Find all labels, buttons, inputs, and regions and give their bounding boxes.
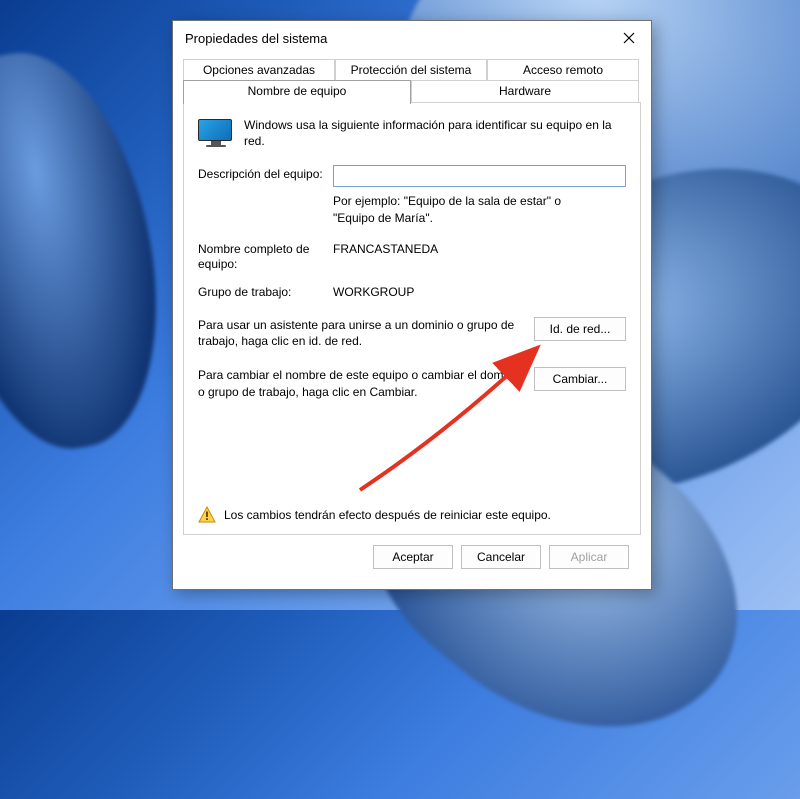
- dialog-title: Propiedades del sistema: [185, 31, 327, 46]
- workgroup-label: Grupo de trabajo:: [198, 283, 333, 299]
- change-description: Para cambiar el nombre de este equipo o …: [198, 367, 524, 399]
- tab-computer-name[interactable]: Nombre de equipo: [183, 80, 411, 104]
- fullname-label: Nombre completo de equipo:: [198, 240, 333, 273]
- network-id-description: Para usar un asistente para unirse a un …: [198, 317, 524, 349]
- ok-button[interactable]: Aceptar: [373, 545, 453, 569]
- warning-icon: [198, 506, 216, 524]
- tab-panel-computer-name: Windows usa la siguiente información par…: [183, 102, 641, 535]
- workgroup-value: WORKGROUP: [333, 283, 626, 299]
- titlebar[interactable]: Propiedades del sistema: [173, 21, 651, 55]
- monitor-icon: [198, 119, 234, 149]
- close-icon[interactable]: [615, 26, 643, 50]
- description-label: Descripción del equipo:: [198, 165, 333, 181]
- fullname-value: FRANCASTANEDA: [333, 240, 626, 256]
- tabstrip: Opciones avanzadas Protección del sistem…: [183, 59, 641, 103]
- change-button[interactable]: Cambiar...: [534, 367, 626, 391]
- restart-notice: Los cambios tendrán efecto después de re…: [224, 508, 551, 522]
- intro-text: Windows usa la siguiente información par…: [244, 117, 626, 149]
- cancel-button[interactable]: Cancelar: [461, 545, 541, 569]
- dialog-buttons: Aceptar Cancelar Aplicar: [183, 535, 641, 579]
- tab-system-protection[interactable]: Protección del sistema: [335, 59, 487, 81]
- tab-hardware[interactable]: Hardware: [411, 80, 639, 102]
- network-id-button[interactable]: Id. de red...: [534, 317, 626, 341]
- apply-button[interactable]: Aplicar: [549, 545, 629, 569]
- description-input[interactable]: [333, 165, 626, 187]
- description-example: Por ejemplo: "Equipo de la sala de estar…: [333, 193, 626, 225]
- tab-remote-access[interactable]: Acceso remoto: [487, 59, 639, 81]
- tab-advanced-options[interactable]: Opciones avanzadas: [183, 59, 335, 81]
- system-properties-dialog: Propiedades del sistema Opciones avanzad…: [172, 20, 652, 590]
